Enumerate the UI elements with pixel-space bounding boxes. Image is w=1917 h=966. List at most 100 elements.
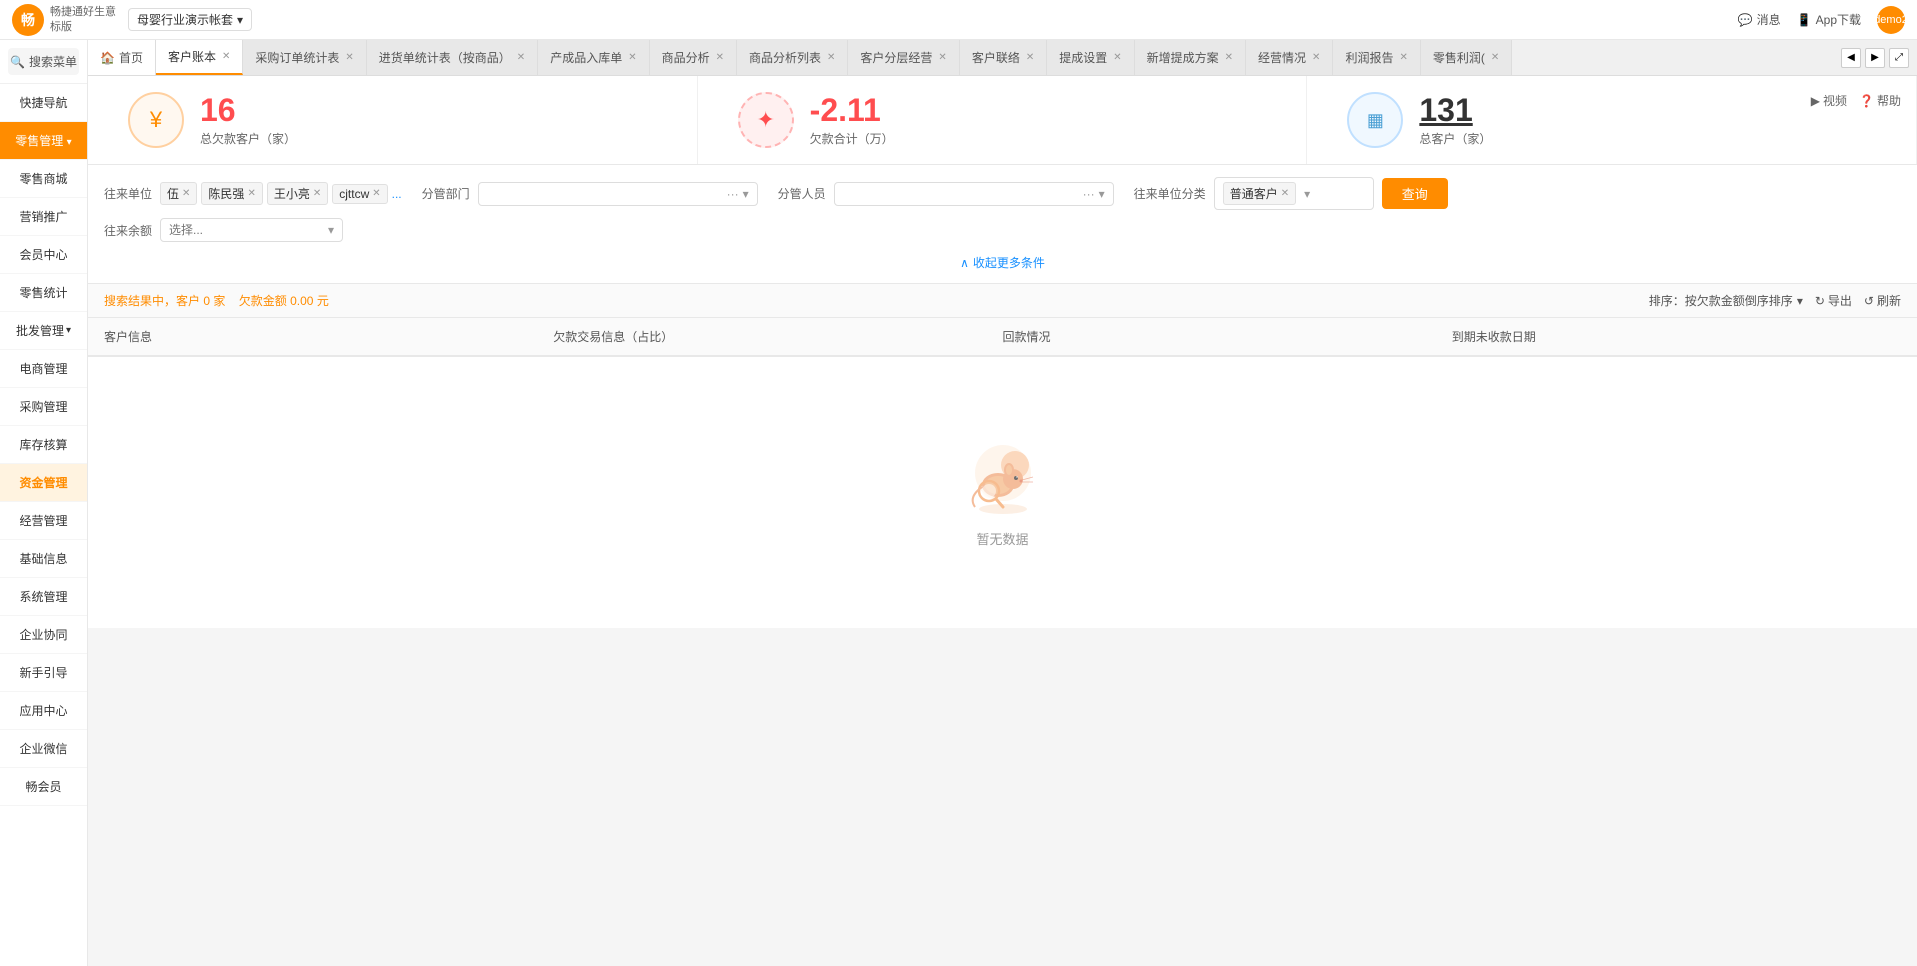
tab-close-purchase-stats[interactable]: ✕ <box>345 52 353 63</box>
tag-normal-customer-close[interactable]: ✕ <box>1281 188 1289 199</box>
company-type-select[interactable]: 普通客户 ✕ ▾ <box>1214 177 1374 210</box>
tab-close-product-analysis-list[interactable]: ✕ <box>827 52 835 63</box>
avatar[interactable]: demo2 <box>1877 6 1905 34</box>
sidebar-item-wechat[interactable]: 企业微信 <box>0 730 87 768</box>
env-selector[interactable]: 母婴行业演示帐套 ▾ <box>128 8 252 31</box>
stat-content-customers: 16 总欠款客户（家） <box>200 94 296 147</box>
person-input[interactable] <box>843 187 1079 201</box>
tab-close-inbound-stats[interactable]: ✕ <box>517 52 525 63</box>
tab-retail-profit[interactable]: 零售利润( ✕ <box>1421 40 1512 75</box>
chevron-down-icon: ▾ <box>67 137 72 148</box>
filter-row-2: 往来余额 ▾ <box>104 218 1901 242</box>
tab-bar: 🏠 首页 客户账本 ✕ 采购订单统计表 ✕ 进货单统计表（按商品） ✕ 产成品入… <box>88 40 1917 76</box>
dept-filter-label: 分管部门 <box>422 185 470 202</box>
sidebar-item-guide[interactable]: 新手引导 <box>0 654 87 692</box>
tab-operation-status[interactable]: 经营情况 ✕ <box>1246 40 1333 75</box>
sidebar-item-enterprise[interactable]: 企业协同 <box>0 616 87 654</box>
person-select[interactable]: ··· ▾ <box>834 182 1114 206</box>
sidebar-item-marketing[interactable]: 营销推广 <box>0 198 87 236</box>
video-icon: ▶ <box>1811 94 1820 108</box>
tab-close-new-promotion[interactable]: ✕ <box>1225 52 1233 63</box>
sidebar-item-operation[interactable]: 经营管理 <box>0 502 87 540</box>
customer-count: 0 <box>203 294 210 308</box>
col-payment: 回款情况 <box>1003 328 1452 345</box>
tab-close-customer-contact[interactable]: ✕ <box>1026 52 1034 63</box>
col-customer-info: 客户信息 <box>104 328 553 345</box>
tab-close-product-inbound[interactable]: ✕ <box>628 52 636 63</box>
dept-select[interactable]: ··· ▾ <box>478 182 758 206</box>
sidebar-item-inventory[interactable]: 库存核算 <box>0 426 87 464</box>
balance-select[interactable]: ▾ <box>160 218 343 242</box>
tab-product-analysis-list[interactable]: 商品分析列表 ✕ <box>737 40 848 75</box>
tag-wu-close[interactable]: ✕ <box>182 188 190 199</box>
refresh-button[interactable]: ↺ 刷新 <box>1864 292 1901 309</box>
tag-wu[interactable]: 伍 ✕ <box>160 182 197 205</box>
home-icon: 🏠 <box>100 51 115 65</box>
tag-wang-close[interactable]: ✕ <box>313 188 321 199</box>
message-icon: 💬 <box>1738 13 1753 27</box>
sidebar-item-retail-store[interactable]: 零售商城 <box>0 160 87 198</box>
tab-close-profit-report[interactable]: ✕ <box>1399 52 1407 63</box>
results-bar: 搜索结果中，客户 0 家 欠款金额 0.00 元 排序：按欠款金额倒序排序 ▾ … <box>88 284 1917 318</box>
tab-close-customer-book[interactable]: ✕ <box>222 51 230 62</box>
tag-cjttcw[interactable]: cjttcw ✕ <box>332 184 387 204</box>
sidebar-item-purchase[interactable]: 采购管理 <box>0 388 87 426</box>
collapse-button[interactable]: ∧ 收起更多条件 <box>960 254 1045 271</box>
tab-customer-tier[interactable]: 客户分层经营 ✕ <box>848 40 959 75</box>
sidebar-item-finance[interactable]: 资金管理 <box>0 464 87 502</box>
app-download-button[interactable]: 📱 App下载 <box>1797 11 1861 28</box>
tag-wang[interactable]: 王小亮 ✕ <box>267 182 328 205</box>
page-content: ¥ 16 总欠款客户（家） ✦ -2.11 欠款合计（万） ▦ <box>88 76 1917 966</box>
main-layout: 🔍 搜索菜单 快捷导航 零售管理 ▾ 零售商城 营销推广 会员中心 零售统计 批… <box>0 40 1917 966</box>
sidebar-search-area: 🔍 搜索菜单 <box>0 40 87 84</box>
sidebar-item-app-center[interactable]: 应用中心 <box>0 692 87 730</box>
query-button[interactable]: 查询 <box>1382 178 1448 209</box>
tab-close-product-analysis[interactable]: ✕ <box>716 52 724 63</box>
tab-customer-book[interactable]: 客户账本 ✕ <box>156 40 243 75</box>
tab-close-customer-tier[interactable]: ✕ <box>938 52 946 63</box>
tab-customer-contact[interactable]: 客户联络 ✕ <box>960 40 1047 75</box>
more-tags-button[interactable]: ... <box>392 187 402 201</box>
dept-input[interactable] <box>487 187 723 201</box>
stat-label-debt: 欠款合计（万） <box>810 130 894 147</box>
tab-inbound-stats[interactable]: 进货单统计表（按商品） ✕ <box>367 40 538 75</box>
tab-close-operation-status[interactable]: ✕ <box>1312 52 1320 63</box>
sidebar-item-member[interactable]: 会员中心 <box>0 236 87 274</box>
sidebar-item-retail-mgmt[interactable]: 零售管理 ▾ <box>0 122 87 160</box>
tab-prev-button[interactable]: ◀ <box>1841 48 1861 68</box>
tab-product-inbound[interactable]: 产成品入库单 ✕ <box>538 40 649 75</box>
company-type-label: 往来单位分类 <box>1134 185 1206 202</box>
sidebar-item-retail-stats[interactable]: 零售统计 <box>0 274 87 312</box>
stat-customers: ¥ 16 总欠款客户（家） <box>88 76 698 164</box>
tab-purchase-stats[interactable]: 采购订单统计表 ✕ <box>243 40 366 75</box>
tag-normal-customer[interactable]: 普通客户 ✕ <box>1223 182 1296 205</box>
results-actions: 排序：按欠款金额倒序排序 ▾ ↻ 导出 ↺ 刷新 <box>1649 292 1901 309</box>
tag-cjttcw-close[interactable]: ✕ <box>372 188 380 199</box>
sidebar-item-vip[interactable]: 畅会员 <box>0 768 87 806</box>
balance-input[interactable] <box>169 223 324 237</box>
sidebar-item-wholesale[interactable]: 批发管理 ▾ <box>0 312 87 350</box>
sidebar-item-basic-info[interactable]: 基础信息 <box>0 540 87 578</box>
export-button[interactable]: ↻ 导出 <box>1815 292 1852 309</box>
balance-filter-label: 往来余额 <box>104 222 152 239</box>
tab-profit-report[interactable]: 利润报告 ✕ <box>1333 40 1420 75</box>
tag-chen[interactable]: 陈民强 ✕ <box>201 182 262 205</box>
tab-home[interactable]: 🏠 首页 <box>88 40 156 75</box>
sidebar-item-system[interactable]: 系统管理 <box>0 578 87 616</box>
sidebar-item-ecommerce[interactable]: 电商管理 <box>0 350 87 388</box>
help-button[interactable]: ❓ 帮助 <box>1859 92 1901 109</box>
tab-expand-button[interactable]: ⤢ <box>1889 48 1909 68</box>
tab-new-promotion[interactable]: 新增提成方案 ✕ <box>1135 40 1246 75</box>
refresh-icon: ↻ <box>1815 294 1825 308</box>
sidebar-item-quick-nav[interactable]: 快捷导航 <box>0 84 87 122</box>
tab-close-retail-profit[interactable]: ✕ <box>1491 52 1499 63</box>
tab-product-analysis[interactable]: 商品分析 ✕ <box>650 40 737 75</box>
tab-promotion-settings[interactable]: 提成设置 ✕ <box>1047 40 1134 75</box>
tab-next-button[interactable]: ▶ <box>1865 48 1885 68</box>
tab-close-promotion-settings[interactable]: ✕ <box>1113 52 1121 63</box>
message-button[interactable]: 💬 消息 <box>1738 11 1781 28</box>
search-menu-button[interactable]: 🔍 搜索菜单 <box>8 48 79 75</box>
tag-chen-close[interactable]: ✕ <box>247 188 255 199</box>
sort-select[interactable]: 排序：按欠款金额倒序排序 ▾ <box>1649 292 1803 309</box>
video-button[interactable]: ▶ 视频 <box>1811 92 1847 109</box>
